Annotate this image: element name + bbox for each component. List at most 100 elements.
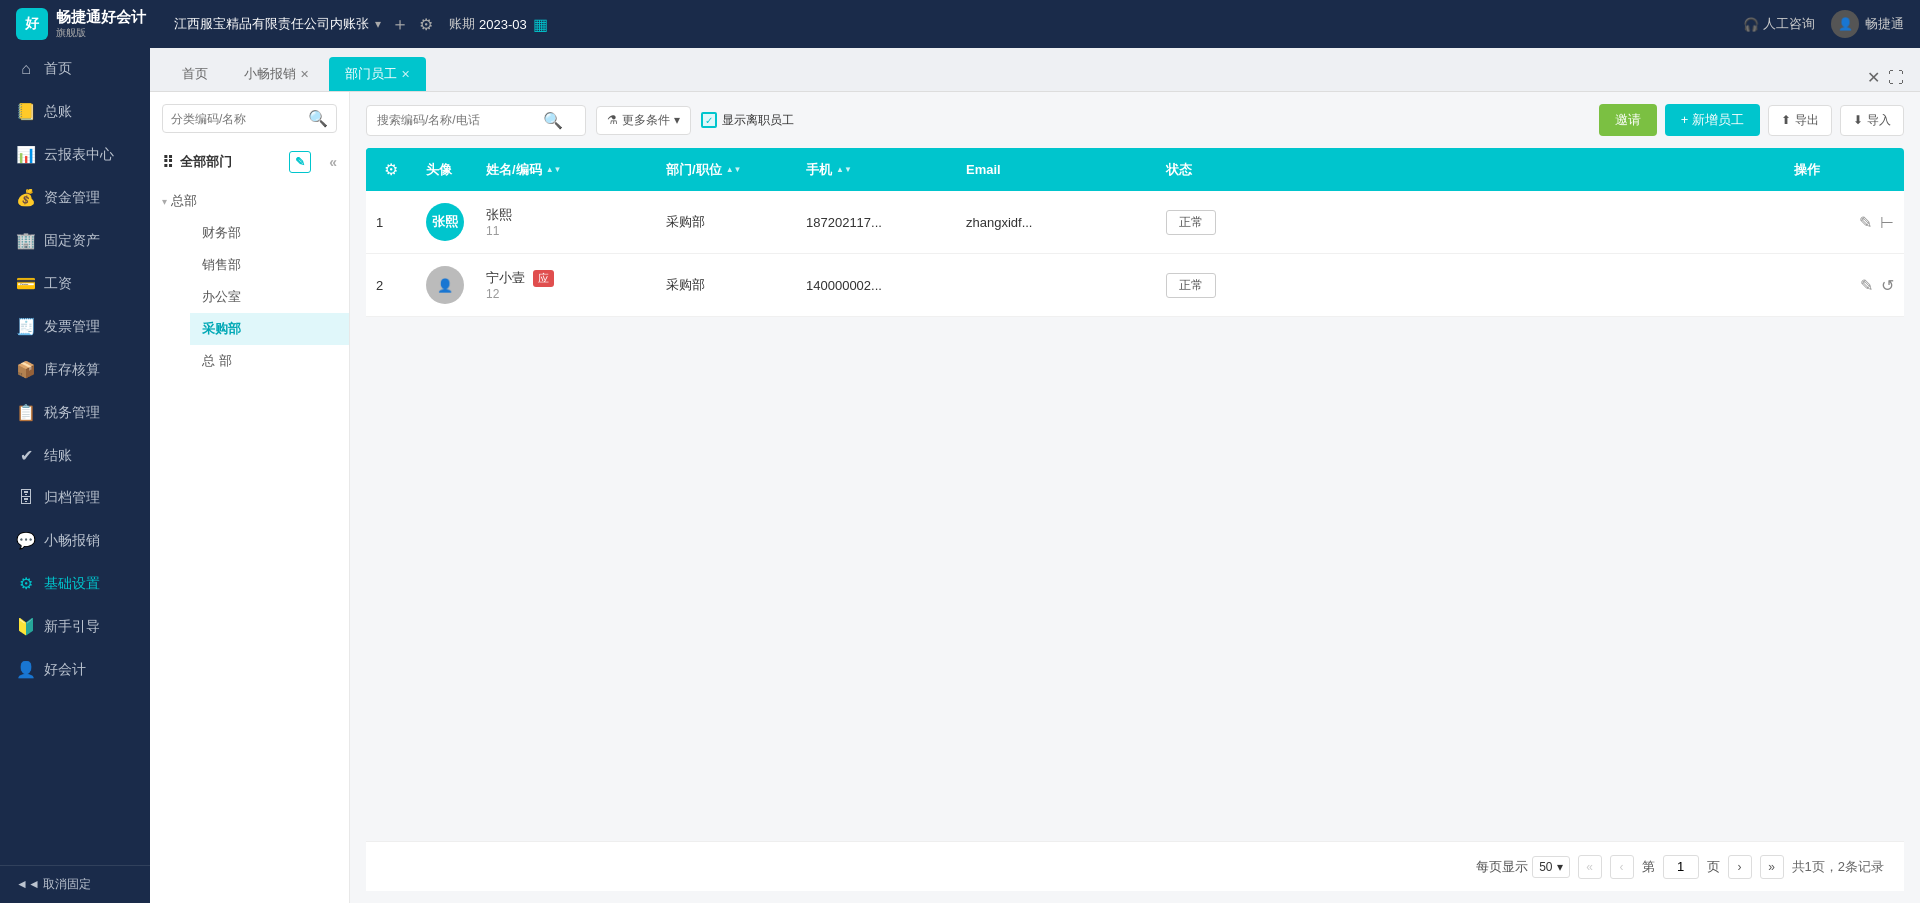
row2-name: 宁小壹 — [486, 269, 525, 287]
row2-delete-icon[interactable]: ↺ — [1881, 276, 1894, 295]
employee-table: ⚙ 头像 姓名/编码 ▲▼ 部门/职位 ▲▼ 手机 — [366, 148, 1904, 841]
row1-actions: ✎ ⊢ — [1784, 201, 1904, 244]
sidebar-item-inventory[interactable]: 📦 库存核算 — [0, 348, 150, 391]
row2-dept: 采购部 — [656, 264, 796, 306]
dept-search-icon: 🔍 — [308, 109, 328, 128]
department-panel: 🔍 ⠿ 全部部门 ✎ « ▾ 总部 — [150, 92, 350, 903]
per-page-dropdown[interactable]: 50 ▾ — [1532, 856, 1569, 878]
main-layout: ⌂ 首页 📒 总账 📊 云报表中心 💰 资金管理 🏢 固定资产 💳 工资 🧾 发… — [0, 48, 1920, 903]
salary-icon: 💳 — [16, 274, 36, 293]
row1-status-tag: 正常 — [1166, 210, 1216, 235]
close-window-icon[interactable]: ✕ — [1867, 68, 1880, 87]
last-page-button[interactable]: » — [1760, 855, 1784, 879]
employee-search-input[interactable] — [377, 113, 537, 127]
first-page-button[interactable]: « — [1578, 855, 1602, 879]
avatar-icon: 👤 — [1838, 17, 1853, 31]
pagination: 每页显示 50 ▾ « ‹ 第 页 — [366, 841, 1904, 891]
sidebar-item-staff[interactable]: 👤 好会计 — [0, 648, 150, 691]
sidebar-item-ledger[interactable]: 📒 总账 — [0, 90, 150, 133]
guide-icon: 🔰 — [16, 617, 36, 636]
expand-arrow: ▾ — [162, 196, 167, 207]
avatar-ning: 👤 — [426, 266, 464, 304]
employee-search-box[interactable]: 🔍 — [366, 105, 586, 136]
close-xiaochang-tab[interactable]: ✕ — [300, 68, 309, 81]
add-employee-button[interactable]: + 新增员工 — [1665, 104, 1760, 136]
row2-email — [956, 273, 1156, 297]
dept-node-sales[interactable]: 销售部 — [190, 249, 349, 281]
sidebar-item-invoice[interactable]: 🧾 发票管理 — [0, 305, 150, 348]
checkout-icon: ✔ — [16, 446, 36, 465]
settings-icon[interactable]: ⚙ — [419, 15, 433, 34]
row2-index: 2 — [366, 266, 416, 305]
sidebar-item-assets[interactable]: 🏢 固定资产 — [0, 219, 150, 262]
dept-node-hq2[interactable]: 总 部 — [190, 345, 349, 377]
th-name-code[interactable]: 姓名/编码 ▲▼ — [476, 148, 656, 191]
sidebar-item-xiaochang-exp[interactable]: 💬 小畅报销 — [0, 519, 150, 562]
row1-name: 张熙 — [486, 206, 646, 224]
table-row: 1 张熙 张熙 11 — [366, 191, 1904, 254]
invite-button[interactable]: 邀请 — [1599, 104, 1657, 136]
table-settings-icon[interactable]: ⚙ — [366, 148, 416, 191]
sidebar-item-reports[interactable]: 📊 云报表中心 — [0, 133, 150, 176]
sidebar-item-archive[interactable]: 🗄 归档管理 — [0, 477, 150, 519]
tab-dept-employee[interactable]: 部门员工 ✕ — [329, 57, 426, 91]
filter-more-button[interactable]: ⚗ 更多条件 ▾ — [596, 106, 691, 135]
dept-search-box[interactable]: 🔍 — [162, 104, 337, 133]
tab-xiaochang[interactable]: 小畅报销 ✕ — [228, 57, 325, 91]
all-depts-label: 全部部门 — [180, 153, 232, 171]
sort-icon-dept: ▲▼ — [726, 165, 742, 174]
maximize-window-icon[interactable]: ⛶ — [1888, 69, 1904, 87]
import-button[interactable]: ⬇ 导入 — [1840, 105, 1904, 136]
sidebar-item-salary[interactable]: 💳 工资 — [0, 262, 150, 305]
dept-node-purchase[interactable]: 采购部 — [190, 313, 349, 345]
tab-home[interactable]: 首页 — [166, 57, 224, 91]
dept-node-office[interactable]: 办公室 — [190, 281, 349, 313]
sidebar-item-guide[interactable]: 🔰 新手引导 — [0, 605, 150, 648]
funds-icon: 💰 — [16, 188, 36, 207]
dept-collapse-icon[interactable]: « — [329, 154, 337, 170]
row2-phone: 140000002... — [796, 266, 956, 305]
th-dept-pos[interactable]: 部门/职位 ▲▼ — [656, 148, 796, 191]
tab-bar: 首页 小畅报销 ✕ 部门员工 ✕ ✕ ⛶ — [150, 48, 1920, 92]
sidebar-item-funds[interactable]: 💰 资金管理 — [0, 176, 150, 219]
tab-window-controls: ✕ ⛶ — [1867, 68, 1904, 91]
close-dept-tab[interactable]: ✕ — [401, 68, 410, 81]
app-logo-text: 畅捷通好会计 旗舰版 — [56, 8, 146, 40]
all-depts-header[interactable]: ⠿ 全部部门 ✎ « — [150, 143, 349, 181]
row1-exit-icon[interactable]: ⊢ — [1880, 213, 1894, 232]
row2-badge: 应 — [533, 270, 554, 287]
next-page-button[interactable]: › — [1728, 855, 1752, 879]
sidebar-item-checkout[interactable]: ✔ 结账 — [0, 434, 150, 477]
row1-edit-icon[interactable]: ✎ — [1859, 213, 1872, 232]
cancel-fixed-button[interactable]: ◄◄ 取消固定 — [0, 865, 150, 903]
calendar-icon[interactable]: ▦ — [533, 15, 548, 34]
employee-panel: 🔍 ⚗ 更多条件 ▾ ✓ 显示离职员工 邀请 + 新增员工 — [350, 92, 1920, 903]
dept-node-finance[interactable]: 财务部 — [190, 217, 349, 249]
row1-phone: 187202117... — [796, 203, 956, 242]
company-dropdown-icon: ▾ — [375, 17, 381, 31]
dept-search-input[interactable] — [171, 112, 304, 126]
user-area[interactable]: 👤 畅捷通 — [1831, 10, 1904, 38]
dept-edit-icon[interactable]: ✎ — [289, 151, 311, 173]
sidebar-item-tax[interactable]: 📋 税务管理 — [0, 391, 150, 434]
th-phone[interactable]: 手机 ▲▼ — [796, 148, 956, 191]
company-selector[interactable]: 江西服宝精品有限责任公司内账张 ▾ — [174, 15, 381, 33]
dept-node-hq[interactable]: ▾ 总部 — [150, 185, 349, 217]
sidebar-item-home[interactable]: ⌂ 首页 — [0, 48, 150, 90]
page-number-input[interactable] — [1663, 855, 1699, 879]
export-button[interactable]: ⬆ 导出 — [1768, 105, 1832, 136]
sort-icon-phone: ▲▼ — [836, 165, 852, 174]
row2-edit-icon[interactable]: ✎ — [1860, 276, 1873, 295]
department-tree: ▾ 总部 财务部 销售部 办公室 — [150, 181, 349, 381]
dept-grid-icon: ⠿ — [162, 153, 174, 172]
prev-page-button[interactable]: ‹ — [1610, 855, 1634, 879]
per-page-select: 每页显示 50 ▾ — [1476, 856, 1569, 878]
sidebar: ⌂ 首页 📒 总账 📊 云报表中心 💰 资金管理 🏢 固定资产 💳 工资 🧾 发… — [0, 48, 150, 903]
resigned-checkbox-icon: ✓ — [701, 112, 717, 128]
service-button[interactable]: 🎧 人工咨询 — [1743, 15, 1815, 33]
toolbar-right: 邀请 + 新增员工 ⬆ 导出 ⬇ 导入 — [1599, 104, 1904, 136]
show-resigned-toggle[interactable]: ✓ 显示离职员工 — [701, 112, 794, 129]
sidebar-item-basic[interactable]: ⚙ 基础设置 — [0, 562, 150, 605]
filter-icon: ⚗ — [607, 113, 618, 127]
add-company-icon[interactable]: ＋ — [391, 12, 409, 36]
